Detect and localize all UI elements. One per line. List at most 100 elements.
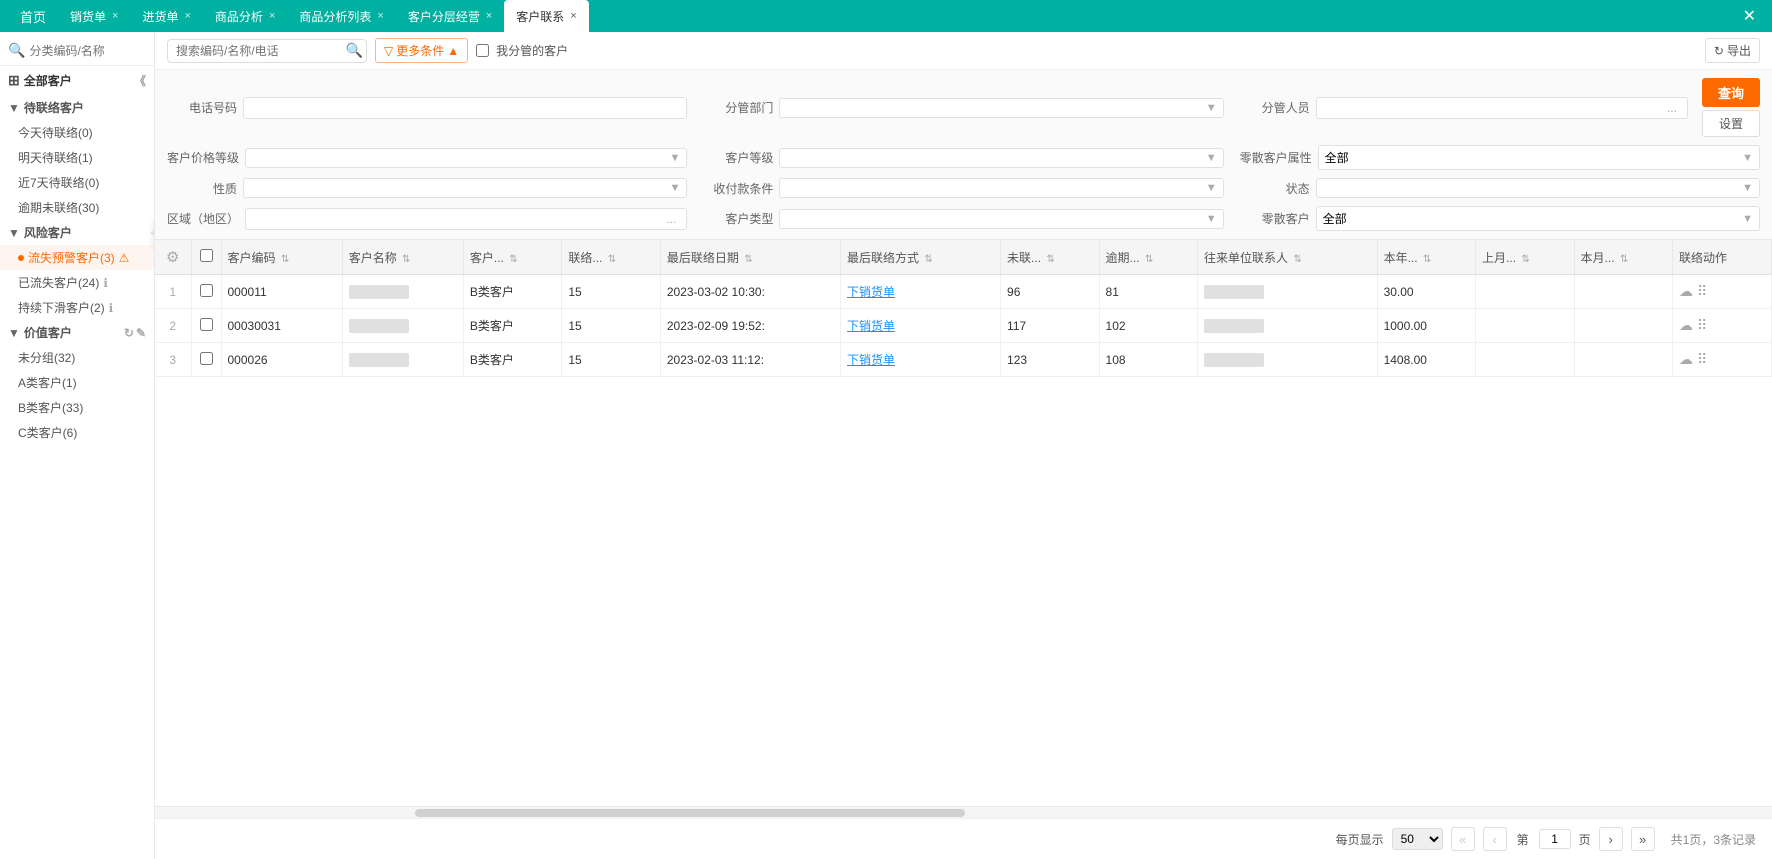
- filter-row-dept: 分管部门 ▼: [703, 78, 1223, 137]
- zero-attr-select[interactable]: 全部 ▼: [1318, 145, 1760, 170]
- last-page-button[interactable]: »: [1631, 827, 1655, 851]
- sort-icon[interactable]: ⇅: [924, 254, 932, 265]
- window-close-icon[interactable]: ✕: [1735, 6, 1764, 26]
- cust-grade-label: 客户等级: [703, 149, 773, 166]
- sidebar-group-pending[interactable]: ▼ 待联络客户: [0, 95, 154, 120]
- column-settings-icon[interactable]: ⚙: [166, 249, 179, 266]
- select-all-checkbox[interactable]: [200, 249, 213, 262]
- scrollbar-thumb[interactable]: [415, 809, 965, 817]
- sidebar-item-b-class[interactable]: B类客户(33): [0, 395, 154, 420]
- prev-page-button[interactable]: ‹: [1483, 827, 1507, 851]
- settings-button[interactable]: 设置: [1702, 110, 1760, 137]
- tab-close-icon[interactable]: ×: [269, 10, 275, 22]
- tab-sales-order[interactable]: 销货单 ×: [58, 0, 130, 32]
- chevron-down-icon: ▼: [1206, 213, 1217, 225]
- sidebar-search-input[interactable]: [29, 44, 146, 58]
- tab-product-list[interactable]: 商品分析列表 ×: [287, 0, 395, 32]
- next-page-button[interactable]: ›: [1599, 827, 1623, 851]
- edit-icon[interactable]: ✎: [136, 326, 146, 340]
- contact-action-icon[interactable]: ☁: [1679, 317, 1693, 334]
- sort-icon[interactable]: ⇅: [1145, 254, 1153, 265]
- zero-cust-select[interactable]: 全部 ▼: [1316, 206, 1760, 231]
- my-customers-checkbox[interactable]: [476, 44, 489, 57]
- dots-icon[interactable]: ...: [662, 212, 680, 226]
- row-checkbox[interactable]: [200, 284, 213, 297]
- first-page-button[interactable]: «: [1451, 827, 1475, 851]
- th-code: 客户编码 ⇅: [221, 240, 342, 275]
- sidebar-group-churn[interactable]: ▼ 风险客户: [0, 220, 154, 245]
- main-layout: 🔍 ⊞ 全部客户 《 ▼ 待联络客户 今天待联络(0) 明天待联络(1) 近7天…: [0, 32, 1772, 859]
- contact-action-icon[interactable]: ☁: [1679, 351, 1693, 368]
- sidebar-item-tomorrow[interactable]: 明天待联络(1): [0, 145, 154, 170]
- row-checkbox[interactable]: [200, 318, 213, 331]
- cust-type-select[interactable]: ▼: [779, 209, 1223, 229]
- tab-close-icon[interactable]: ×: [112, 10, 118, 22]
- sidebar-item-ungroup[interactable]: 未分组(32): [0, 345, 154, 370]
- contact-action-icon[interactable]: ☁: [1679, 283, 1693, 300]
- region-select[interactable]: ...: [245, 208, 687, 230]
- tab-customer-tier[interactable]: 客户分层经营 ×: [396, 0, 504, 32]
- grid-icon: ⊞: [8, 72, 20, 89]
- sort-icon[interactable]: ⇅: [1046, 254, 1054, 265]
- dots-icon[interactable]: ...: [1663, 101, 1681, 115]
- more-action-icon[interactable]: ⠿: [1697, 283, 1707, 300]
- query-button[interactable]: 查询: [1702, 78, 1760, 107]
- more-action-icon[interactable]: ⠿: [1697, 317, 1707, 334]
- search-input[interactable]: [167, 39, 367, 63]
- person-select[interactable]: ...: [1316, 97, 1688, 119]
- row-name: [342, 309, 463, 343]
- sidebar-item-a-class[interactable]: A类客户(1): [0, 370, 154, 395]
- phone-label: 电话号码: [167, 99, 237, 116]
- row-overdue: 102: [1099, 309, 1197, 343]
- sidebar-item-already-lost[interactable]: 已流失客户(24) ℹ: [0, 270, 154, 295]
- tab-customer-contact[interactable]: 客户联系 ×: [504, 0, 588, 32]
- sort-icon[interactable]: ⇅: [744, 254, 752, 265]
- sidebar-group-value[interactable]: ▼ 价值客户 ↻ ✎: [0, 320, 154, 345]
- sort-icon[interactable]: ⇅: [1521, 254, 1529, 265]
- chevron-down-icon: ▼: [669, 182, 680, 194]
- sort-icon[interactable]: ⇅: [1423, 254, 1431, 265]
- per-page-select[interactable]: 50 20 100: [1392, 828, 1443, 850]
- row-checkbox[interactable]: [200, 352, 213, 365]
- nature-select[interactable]: ▼: [243, 178, 687, 198]
- page-number-input[interactable]: [1539, 829, 1571, 849]
- sidebar-item-c-class[interactable]: C类客户(6): [0, 420, 154, 445]
- payment-select[interactable]: ▼: [779, 178, 1223, 198]
- status-select[interactable]: ▼: [1316, 178, 1760, 198]
- row-unit-contact: [1198, 275, 1378, 309]
- cust-grade-select[interactable]: ▼: [779, 148, 1223, 168]
- tab-close-icon[interactable]: ×: [570, 10, 576, 22]
- tab-close-icon[interactable]: ×: [486, 10, 492, 22]
- refresh-icon[interactable]: ↻: [124, 326, 134, 340]
- sort-icon[interactable]: ⇅: [608, 254, 616, 265]
- tab-home[interactable]: 首页: [8, 7, 58, 26]
- tab-purchase-order[interactable]: 进货单 ×: [130, 0, 202, 32]
- sidebar-item-7days[interactable]: 近7天待联络(0): [0, 170, 154, 195]
- more-conditions-button[interactable]: ▽ 更多条件 ▲: [375, 38, 468, 63]
- sidebar-item-declining[interactable]: 持续下滑客户(2) ℹ: [0, 295, 154, 320]
- search-button-icon[interactable]: 🔍: [346, 42, 363, 59]
- sort-icon[interactable]: ⇅: [1293, 254, 1301, 265]
- tab-close-icon[interactable]: ×: [184, 10, 190, 22]
- dept-select[interactable]: ▼: [779, 98, 1223, 118]
- sidebar-all-customers[interactable]: ⊞ 全部客户 《: [0, 66, 154, 95]
- horizontal-scrollbar[interactable]: [155, 806, 1772, 818]
- chevron-down-icon: ▼: [1742, 152, 1753, 164]
- sidebar-item-today[interactable]: 今天待联络(0): [0, 120, 154, 145]
- sort-icon[interactable]: ⇅: [509, 254, 517, 265]
- sort-icon[interactable]: ⇅: [281, 254, 289, 265]
- phone-input[interactable]: [243, 97, 687, 119]
- sidebar-item-churn-warning[interactable]: 流失预警客户(3) ⚠: [0, 245, 154, 270]
- row-code: 000026: [221, 343, 342, 377]
- row-last-date: 2023-03-02 10:30:: [660, 275, 840, 309]
- my-customers-checkbox-label[interactable]: 我分管的客户: [476, 42, 568, 59]
- tab-product-analysis[interactable]: 商品分析 ×: [203, 0, 287, 32]
- price-grade-select[interactable]: ▼: [245, 148, 687, 168]
- more-action-icon[interactable]: ⠿: [1697, 351, 1707, 368]
- export-button[interactable]: ↻ 导出: [1705, 38, 1760, 63]
- sort-icon[interactable]: ⇅: [402, 254, 410, 265]
- sidebar-item-overdue[interactable]: 逾期未联络(30): [0, 195, 154, 220]
- collapse-icon[interactable]: 《: [134, 72, 146, 89]
- sort-icon[interactable]: ⇅: [1620, 254, 1628, 265]
- tab-close-icon[interactable]: ×: [377, 10, 383, 22]
